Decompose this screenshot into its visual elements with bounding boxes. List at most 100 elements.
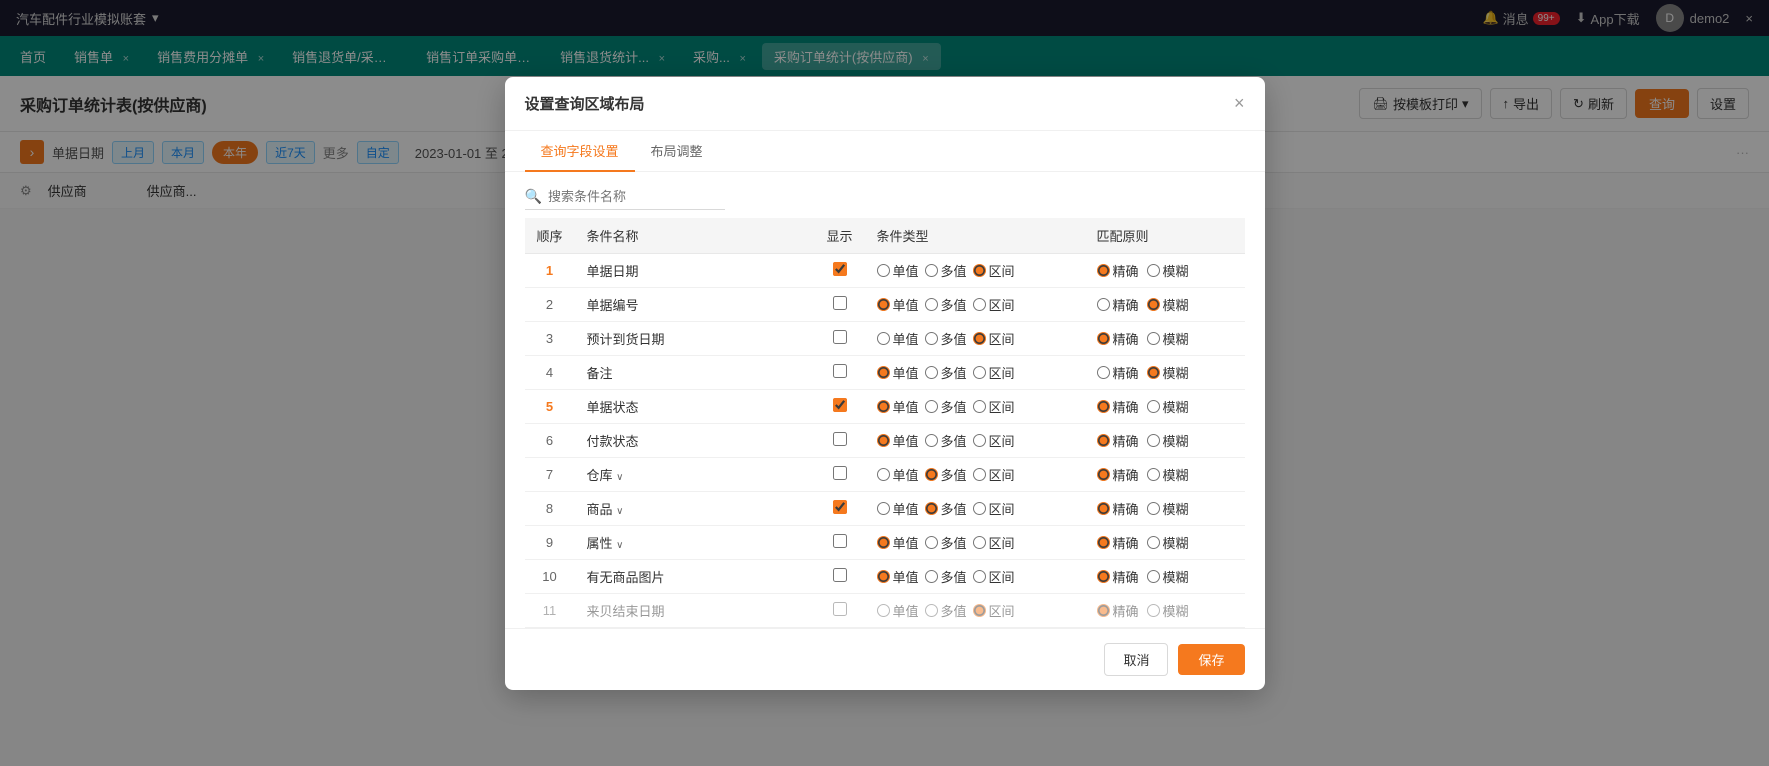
type-single-radio[interactable] — [877, 468, 890, 481]
match-fuzzy-option[interactable]: 模糊 — [1147, 431, 1189, 450]
match-fuzzy-option[interactable]: 模糊 — [1147, 499, 1189, 518]
match-exact-radio[interactable] — [1097, 468, 1110, 481]
match-exact-radio[interactable] — [1097, 332, 1110, 345]
type-range-radio[interactable] — [973, 298, 986, 311]
type-multi-option[interactable]: 多值 — [925, 363, 967, 382]
type-range-option[interactable]: 区间 — [973, 261, 1015, 280]
row-display[interactable] — [815, 253, 865, 287]
match-exact-radio[interactable] — [1097, 536, 1110, 549]
row-display[interactable] — [815, 287, 865, 321]
match-exact-option[interactable]: 精确 — [1097, 499, 1139, 518]
match-fuzzy-option[interactable]: 模糊 — [1147, 465, 1189, 484]
match-exact-option[interactable]: 精确 — [1097, 465, 1139, 484]
type-multi-radio[interactable] — [925, 536, 938, 549]
type-multi-option[interactable]: 多值 — [925, 431, 967, 450]
match-fuzzy-option[interactable]: 模糊 — [1147, 261, 1189, 280]
type-range-radio[interactable] — [973, 570, 986, 583]
match-fuzzy-radio[interactable] — [1147, 502, 1160, 515]
type-range-radio[interactable] — [973, 468, 986, 481]
type-multi-option[interactable]: 多值 — [925, 465, 967, 484]
type-single-option[interactable]: 单值 — [877, 533, 919, 552]
type-single-option[interactable]: 单值 — [877, 295, 919, 314]
modal-close-button[interactable]: × — [1234, 94, 1245, 112]
type-single-radio[interactable] — [877, 332, 890, 345]
display-checkbox[interactable] — [833, 262, 847, 276]
type-single-option[interactable]: 单值 — [877, 363, 919, 382]
match-exact-option[interactable]: 精确 — [1097, 363, 1139, 382]
type-single-radio[interactable] — [877, 366, 890, 379]
cancel-button[interactable]: 取消 — [1104, 643, 1168, 676]
type-single-option[interactable]: 单值 — [877, 465, 919, 484]
type-single-option[interactable]: 单值 — [877, 329, 919, 348]
type-multi-radio[interactable] — [925, 468, 938, 481]
type-multi-option[interactable]: 多值 — [925, 567, 967, 586]
row-display[interactable] — [815, 593, 865, 627]
match-fuzzy-radio[interactable] — [1147, 264, 1160, 277]
match-exact-option[interactable]: 精确 — [1097, 601, 1139, 620]
type-range-radio[interactable] — [973, 604, 986, 617]
type-range-option[interactable]: 区间 — [973, 499, 1015, 518]
match-fuzzy-option[interactable]: 模糊 — [1147, 533, 1189, 552]
match-fuzzy-radio[interactable] — [1147, 366, 1160, 379]
display-checkbox[interactable] — [833, 330, 847, 344]
row-display[interactable] — [815, 525, 865, 559]
match-fuzzy-radio[interactable] — [1147, 400, 1160, 413]
type-range-option[interactable]: 区间 — [973, 533, 1015, 552]
type-range-option[interactable]: 区间 — [973, 363, 1015, 382]
type-multi-radio[interactable] — [925, 366, 938, 379]
match-fuzzy-radio[interactable] — [1147, 434, 1160, 447]
match-fuzzy-option[interactable]: 模糊 — [1147, 295, 1189, 314]
type-range-option[interactable]: 区间 — [973, 465, 1015, 484]
row-display[interactable] — [815, 457, 865, 491]
match-fuzzy-radio[interactable] — [1147, 570, 1160, 583]
row-display[interactable] — [815, 355, 865, 389]
type-single-radio[interactable] — [877, 570, 890, 583]
type-single-option[interactable]: 单值 — [877, 261, 919, 280]
match-exact-option[interactable]: 精确 — [1097, 329, 1139, 348]
match-exact-option[interactable]: 精确 — [1097, 295, 1139, 314]
type-range-radio[interactable] — [973, 502, 986, 515]
match-exact-radio[interactable] — [1097, 298, 1110, 311]
match-fuzzy-option[interactable]: 模糊 — [1147, 329, 1189, 348]
row-display[interactable] — [815, 389, 865, 423]
match-exact-radio[interactable] — [1097, 434, 1110, 447]
type-single-option[interactable]: 单值 — [877, 601, 919, 620]
match-fuzzy-option[interactable]: 模糊 — [1147, 363, 1189, 382]
match-exact-radio[interactable] — [1097, 570, 1110, 583]
type-single-radio[interactable] — [877, 434, 890, 447]
type-multi-radio[interactable] — [925, 434, 938, 447]
type-multi-radio[interactable] — [925, 604, 938, 617]
type-multi-option[interactable]: 多值 — [925, 533, 967, 552]
search-input[interactable] — [548, 189, 725, 204]
row-display[interactable] — [815, 321, 865, 355]
type-single-radio[interactable] — [877, 400, 890, 413]
type-multi-radio[interactable] — [925, 298, 938, 311]
match-fuzzy-option[interactable]: 模糊 — [1147, 567, 1189, 586]
match-exact-radio[interactable] — [1097, 264, 1110, 277]
match-fuzzy-radio[interactable] — [1147, 604, 1160, 617]
match-exact-option[interactable]: 精确 — [1097, 261, 1139, 280]
type-single-option[interactable]: 单值 — [877, 397, 919, 416]
type-range-radio[interactable] — [973, 264, 986, 277]
type-multi-radio[interactable] — [925, 502, 938, 515]
type-single-radio[interactable] — [877, 536, 890, 549]
type-range-radio[interactable] — [973, 434, 986, 447]
type-single-option[interactable]: 单值 — [877, 431, 919, 450]
type-range-option[interactable]: 区间 — [973, 567, 1015, 586]
type-multi-option[interactable]: 多值 — [925, 601, 967, 620]
match-exact-option[interactable]: 精确 — [1097, 431, 1139, 450]
match-fuzzy-radio[interactable] — [1147, 298, 1160, 311]
type-single-radio[interactable] — [877, 264, 890, 277]
display-checkbox[interactable] — [833, 466, 847, 480]
type-single-radio[interactable] — [877, 502, 890, 515]
match-exact-radio[interactable] — [1097, 502, 1110, 515]
type-multi-radio[interactable] — [925, 264, 938, 277]
type-multi-radio[interactable] — [925, 400, 938, 413]
type-multi-radio[interactable] — [925, 332, 938, 345]
type-single-option[interactable]: 单值 — [877, 567, 919, 586]
type-multi-radio[interactable] — [925, 570, 938, 583]
type-multi-option[interactable]: 多值 — [925, 261, 967, 280]
type-range-option[interactable]: 区间 — [973, 397, 1015, 416]
type-single-radio[interactable] — [877, 298, 890, 311]
save-button[interactable]: 保存 — [1178, 644, 1244, 675]
